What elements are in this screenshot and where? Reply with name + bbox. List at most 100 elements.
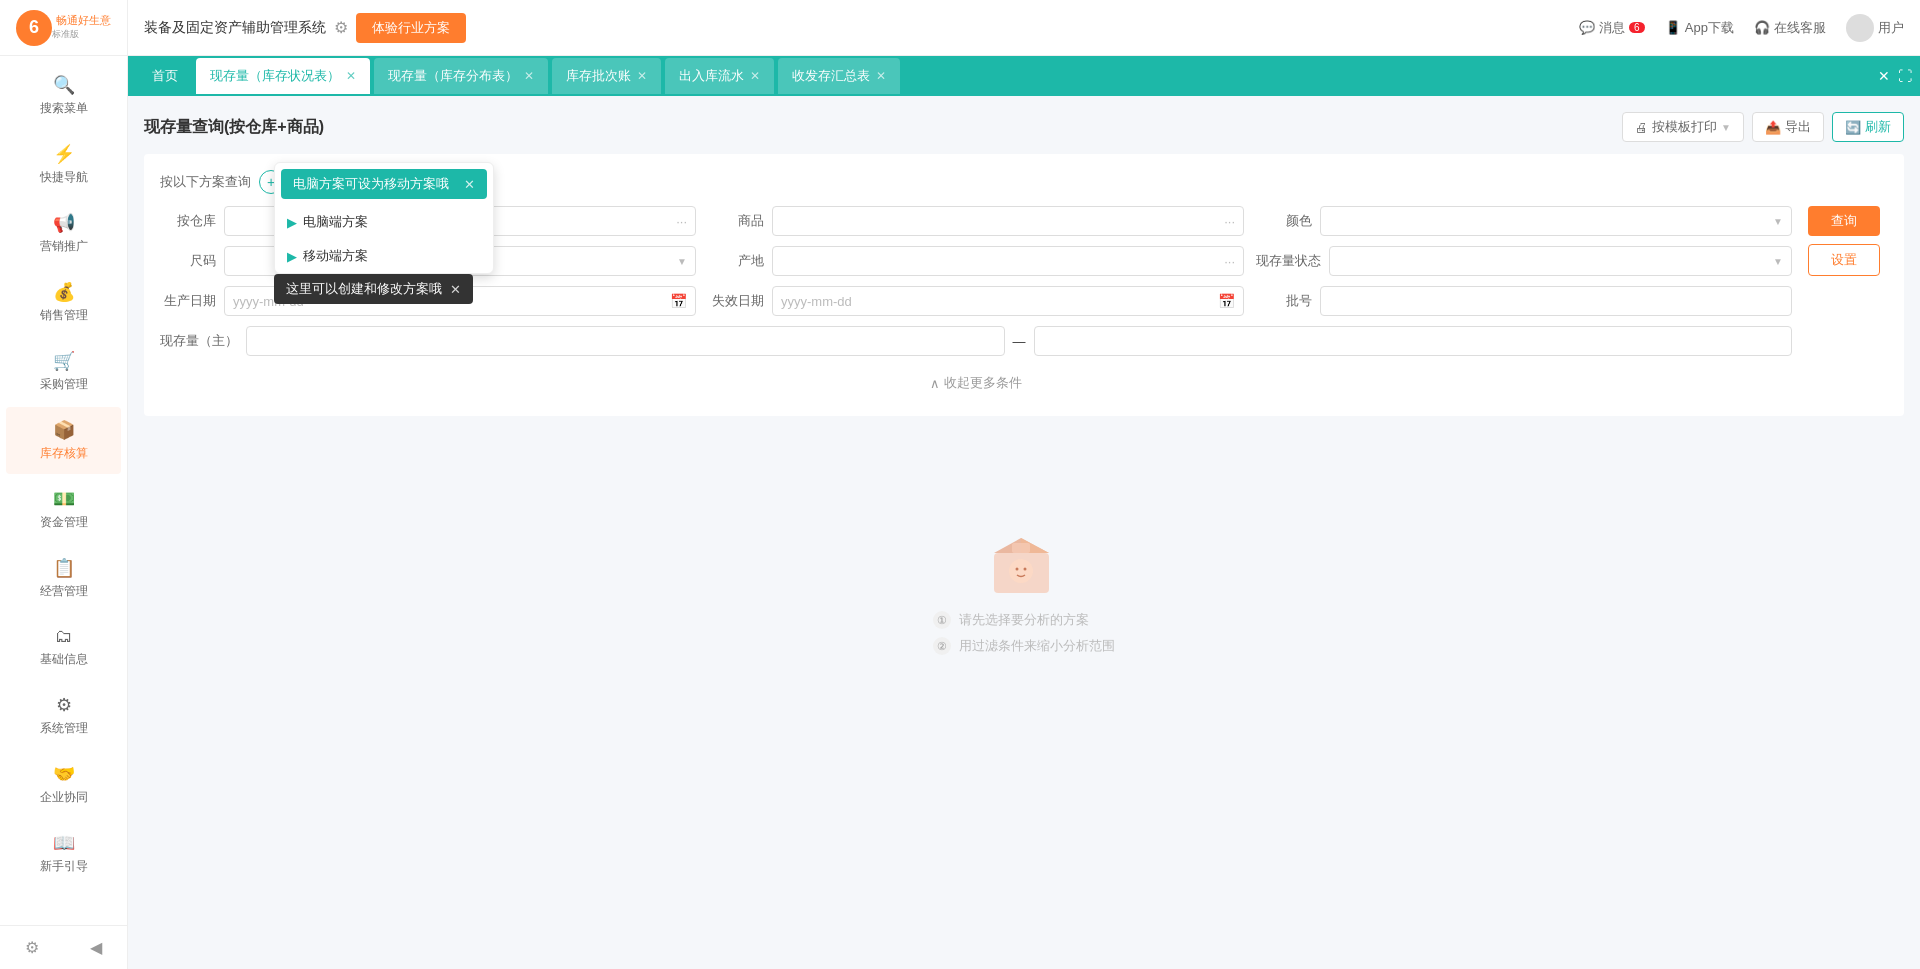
- tab-recv-summary[interactable]: 收发存汇总表 ✕: [778, 58, 900, 94]
- sidebar-item-operations[interactable]: 📋 经营管理: [6, 545, 121, 612]
- field-origin-input[interactable]: ···: [772, 246, 1244, 276]
- scheme-mobile-label: 移动端方案: [303, 247, 368, 265]
- topbar-left: 装备及固定资产辅助管理系统 ⚙ 体验行业方案: [144, 13, 466, 43]
- settings-button[interactable]: ⚙: [25, 938, 39, 957]
- tab-batch-ledger-label: 库存批次账: [566, 67, 631, 85]
- topbar: 装备及固定资产辅助管理系统 ⚙ 体验行业方案 💬 消息 6 📱 App下载 🎧 …: [128, 0, 1920, 56]
- sidebar-item-inventory[interactable]: 📦 库存核算: [6, 407, 121, 474]
- sidebar-item-basic[interactable]: 🗂 基础信息: [6, 614, 121, 680]
- print-btn[interactable]: 🖨 按模板打印 ▼: [1622, 112, 1744, 142]
- sidebar-item-system[interactable]: ⚙ 系统管理: [6, 682, 121, 749]
- user-btn[interactable]: 用户: [1846, 14, 1904, 42]
- sidebar-item-guide[interactable]: 📖 新手引导: [6, 820, 121, 887]
- field-goods-input[interactable]: ···: [772, 206, 1244, 236]
- sidebar-item-enterprise[interactable]: 🤝 企业协同: [6, 751, 121, 818]
- marketing-icon: 📢: [53, 212, 75, 234]
- search-btn-group: 查询 设置: [1808, 206, 1888, 400]
- tab-inventory-status-close[interactable]: ✕: [346, 69, 356, 83]
- app-label: App下载: [1685, 19, 1734, 37]
- page-content: 现存量查询(按仓库+商品) 🖨 按模板打印 ▼ 📤 导出 🔄 刷新: [128, 96, 1920, 751]
- tab-home[interactable]: 首页: [136, 56, 194, 96]
- logo-name: 畅通好生意: [56, 14, 111, 27]
- tab-in-out-flow[interactable]: 出入库流水 ✕: [665, 58, 774, 94]
- scheme-pc-arrow: ▶: [287, 215, 297, 230]
- tab-inventory-dist[interactable]: 现存量（库存分布表） ✕: [374, 58, 548, 94]
- tab-inventory-status[interactable]: 现存量（库存状况表） ✕: [196, 58, 370, 94]
- empty-tip-2: ② 用过滤条件来缩小分析范围: [933, 637, 1115, 655]
- tab-inventory-dist-label: 现存量（库存分布表）: [388, 67, 518, 85]
- topbar-setting-icon[interactable]: ⚙: [334, 18, 348, 37]
- empty-tips: ① 请先选择要分析的方案 ② 用过滤条件来缩小分析范围: [933, 611, 1115, 655]
- scheme-pc[interactable]: ▶ 电脑端方案: [275, 205, 493, 239]
- tab-batch-ledger[interactable]: 库存批次账 ✕: [552, 58, 661, 94]
- export-btn[interactable]: 📤 导出: [1752, 112, 1824, 142]
- stock-status-dropdown-icon: ▼: [1773, 256, 1783, 267]
- sidebar-label-sales: 销售管理: [40, 307, 88, 324]
- app-icon: 📱: [1665, 20, 1681, 35]
- field-stock-status: 现存量状态 ▼: [1256, 246, 1792, 276]
- refresh-btn[interactable]: 🔄 刷新: [1832, 112, 1904, 142]
- trial-btn[interactable]: 体验行业方案: [356, 13, 466, 43]
- tab-recv-summary-label: 收发存汇总表: [792, 67, 870, 85]
- print-icon: 🖨: [1635, 120, 1648, 135]
- sidebar-item-finance[interactable]: 💵 资金管理: [6, 476, 121, 543]
- field-stock-main-from[interactable]: [246, 326, 1005, 356]
- tab-batch-ledger-close[interactable]: ✕: [637, 69, 647, 83]
- avatar: [1846, 14, 1874, 42]
- sidebar-label-system: 系统管理: [40, 720, 88, 737]
- page-header: 现存量查询(按仓库+商品) 🖨 按模板打印 ▼ 📤 导出 🔄 刷新: [144, 112, 1904, 142]
- messages-btn[interactable]: 💬 消息 6: [1579, 19, 1645, 37]
- field-warehouse-label: 按仓库: [160, 212, 216, 230]
- print-label: 按模板打印: [1652, 118, 1717, 136]
- collapse-btn[interactable]: ∧ 收起更多条件: [930, 374, 1022, 392]
- export-label: 导出: [1785, 118, 1811, 136]
- sidebar-label-purchase: 采购管理: [40, 376, 88, 393]
- sidebar-label-inventory: 库存核算: [40, 445, 88, 462]
- tip-num-1: ①: [933, 611, 951, 629]
- logo-text-block: 畅通好生意 标准版: [52, 14, 111, 40]
- sidebar-item-search[interactable]: 🔍 搜索菜单: [6, 62, 121, 129]
- search-icon: 🔍: [53, 74, 75, 96]
- operations-icon: 📋: [53, 557, 75, 579]
- scheme-mobile[interactable]: ▶ 移动端方案: [275, 239, 493, 273]
- sidebar-item-marketing[interactable]: 📢 营销推广: [6, 200, 121, 267]
- tab-inventory-dist-close[interactable]: ✕: [524, 69, 534, 83]
- field-exp-date-label: 失效日期: [708, 292, 764, 310]
- collapse-sidebar-button[interactable]: ◀: [90, 938, 102, 957]
- guide-icon: 📖: [53, 832, 75, 854]
- tab-in-out-flow-close[interactable]: ✕: [750, 69, 760, 83]
- filter-row-4: 现存量（主） —: [160, 326, 1792, 356]
- purchase-icon: 🛒: [53, 350, 75, 372]
- scheme-tooltip-close[interactable]: ✕: [464, 177, 475, 192]
- field-origin: 产地 ···: [708, 246, 1244, 276]
- field-origin-label: 产地: [708, 252, 764, 270]
- support-icon: 🎧: [1754, 20, 1770, 35]
- logo-icon: 6: [16, 10, 52, 46]
- create-tooltip-close[interactable]: ✕: [450, 282, 461, 297]
- close-all-tabs-icon[interactable]: ✕: [1878, 68, 1890, 84]
- finance-icon: 💵: [53, 488, 75, 510]
- goods-dots-icon[interactable]: ···: [1224, 214, 1235, 229]
- sidebar-item-quick[interactable]: ⚡ 快捷导航: [6, 131, 121, 198]
- messages-label: 消息: [1599, 19, 1625, 37]
- scheme-panel: 电脑方案可设为移动方案哦 ✕ ▶ 电脑端方案 ▶ 移动端方案: [274, 162, 494, 274]
- field-color-select[interactable]: ▼: [1320, 206, 1792, 236]
- support-btn[interactable]: 🎧 在线客服: [1754, 19, 1826, 37]
- color-dropdown-icon: ▼: [1773, 216, 1783, 227]
- field-exp-date-input[interactable]: yyyy-mm-dd 📅: [772, 286, 1244, 316]
- field-batch-input[interactable]: [1320, 286, 1792, 316]
- search-button[interactable]: 查询: [1808, 206, 1880, 236]
- maximize-icon[interactable]: ⛶: [1898, 68, 1912, 84]
- app-download-btn[interactable]: 📱 App下载: [1665, 19, 1734, 37]
- tab-recv-summary-close[interactable]: ✕: [876, 69, 886, 83]
- warehouse-dots-icon[interactable]: ···: [676, 214, 687, 229]
- exp-date-calendar-icon: 📅: [1218, 293, 1235, 309]
- reset-button[interactable]: 设置: [1808, 244, 1880, 276]
- sidebar-item-purchase[interactable]: 🛒 采购管理: [6, 338, 121, 405]
- collapse-row: ∧ 收起更多条件: [160, 366, 1792, 400]
- origin-dots-icon[interactable]: ···: [1224, 254, 1235, 269]
- sidebar-item-sales[interactable]: 💰 销售管理: [6, 269, 121, 336]
- field-stock-main-to[interactable]: [1034, 326, 1793, 356]
- field-stock-status-select[interactable]: ▼: [1329, 246, 1792, 276]
- quick-icon: ⚡: [53, 143, 75, 165]
